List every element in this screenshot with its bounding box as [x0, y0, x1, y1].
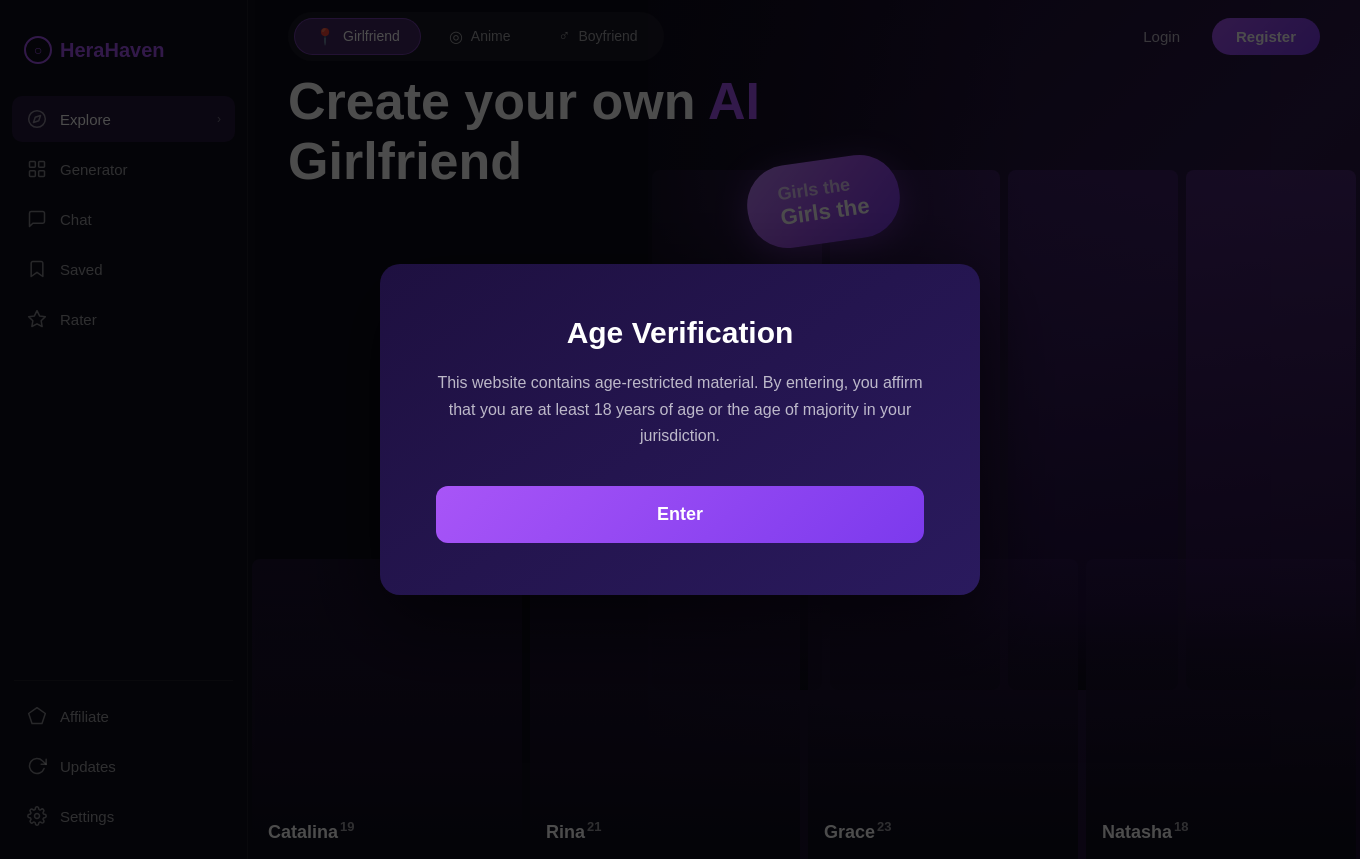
modal-title: Age Verification: [436, 316, 924, 350]
age-verification-modal: Age Verification This website contains a…: [380, 264, 980, 594]
modal-overlay[interactable]: Age Verification This website contains a…: [0, 0, 1360, 859]
enter-button[interactable]: Enter: [436, 486, 924, 543]
modal-body-text: This website contains age-restricted mat…: [436, 370, 924, 449]
